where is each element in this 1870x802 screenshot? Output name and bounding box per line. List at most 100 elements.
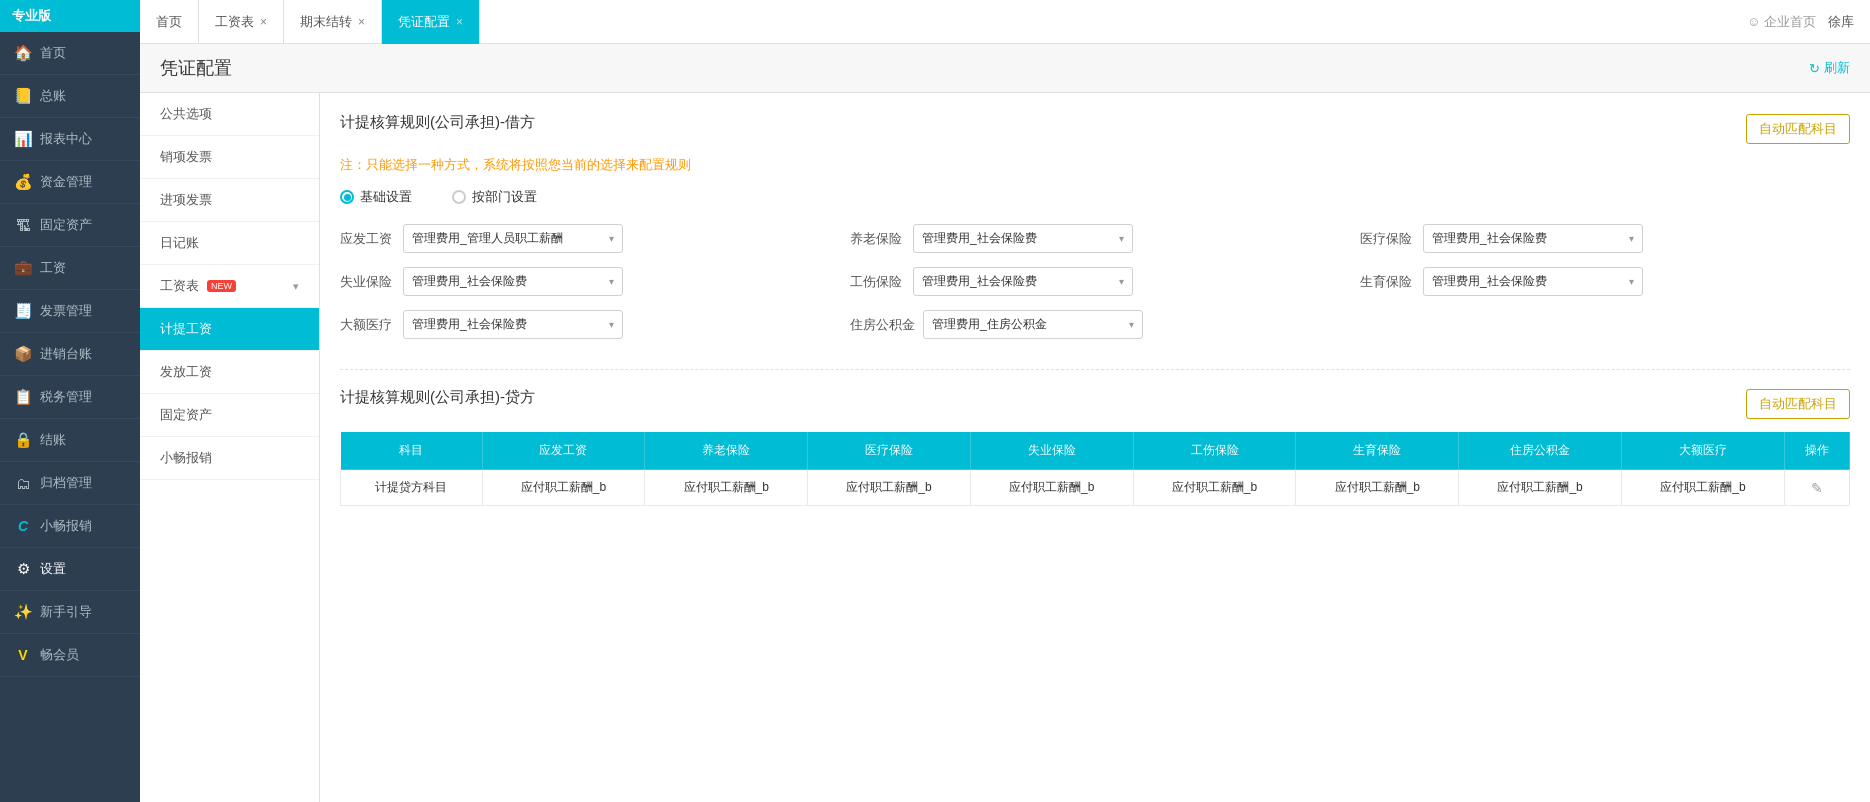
sidebar-item-funds[interactable]: 💰 资金管理: [0, 161, 140, 204]
select-medical[interactable]: 管理费用_社会保险费 ▾: [1423, 224, 1643, 253]
section-debit-note: 注：只能选择一种方式，系统将按照您当前的选择来配置规则: [340, 156, 1850, 174]
edit-icon[interactable]: ✎: [1811, 480, 1823, 496]
app-version: 专业版: [0, 0, 140, 32]
left-nav-sales-invoice[interactable]: 销项发票: [140, 136, 319, 179]
archive-icon: 🗂: [14, 475, 32, 492]
sidebar-item-invoice[interactable]: 🧾 发票管理: [0, 290, 140, 333]
sidebar-item-reports[interactable]: 📊 报表中心: [0, 118, 140, 161]
sidebar-item-label: 工资: [40, 259, 66, 277]
field-injury: 工伤保险 管理费用_社会保险费 ▾: [850, 267, 1340, 296]
section-debit-header: 计提核算规则(公司承担)-借方 自动匹配科目: [340, 113, 1850, 144]
tab-payroll-label: 工资表: [215, 13, 254, 31]
radio-dept[interactable]: 按部门设置: [452, 188, 537, 206]
field-unemployment: 失业保险 管理费用_社会保险费 ▾: [340, 267, 830, 296]
tab-payroll-close[interactable]: ×: [260, 15, 267, 29]
tab-payroll[interactable]: 工资表 ×: [199, 0, 284, 44]
select-maternity[interactable]: 管理费用_社会保险费 ▾: [1423, 267, 1643, 296]
select-housing[interactable]: 管理费用_住房公积金 ▾: [923, 310, 1143, 339]
left-nav-payroll-table[interactable]: 工资表 NEW ▾: [140, 265, 319, 308]
guide-icon: ✨: [14, 603, 32, 621]
th-maternity: 生育保险: [1296, 432, 1459, 470]
radio-basic-label: 基础设置: [360, 188, 412, 206]
tab-period-close-close[interactable]: ×: [358, 15, 365, 29]
field-salary: 应发工资 管理费用_管理人员职工薪酬 ▾: [340, 224, 830, 253]
sidebar-item-member[interactable]: V 畅会员: [0, 634, 140, 677]
tab-period-close-label: 期末结转: [300, 13, 352, 31]
tab-voucher-config-close[interactable]: ×: [456, 15, 463, 29]
auto-match-credit-button[interactable]: 自动匹配科目: [1746, 389, 1850, 419]
assets-icon: 🏗: [14, 217, 32, 234]
label-maternity: 生育保险: [1360, 273, 1415, 291]
left-nav-public-options[interactable]: 公共选项: [140, 93, 319, 136]
table-header-row: 科目 应发工资 养老保险 医疗保险 失业保险 工伤保险 生育保险 住房公积金 大…: [341, 432, 1850, 470]
sidebar-item-general-ledger[interactable]: 📒 总账: [0, 75, 140, 118]
tab-period-close[interactable]: 期末结转 ×: [284, 0, 382, 44]
sidebar-item-settings[interactable]: ⚙ 设置: [0, 548, 140, 591]
sidebar-item-archive[interactable]: 🗂 归档管理: [0, 462, 140, 505]
select-pension-value: 管理费用_社会保险费: [922, 230, 1037, 247]
sidebar-item-close[interactable]: 🔒 结账: [0, 419, 140, 462]
main-area: 首页 工资表 × 期末结转 × 凭证配置 × ☺ 企业首页 徐库 凭证配置 ↻ …: [140, 0, 1870, 802]
sidebar-item-fixed-assets[interactable]: 🏗 固定资产: [0, 204, 140, 247]
sidebar-item-xiaochang[interactable]: C 小畅报销: [0, 505, 140, 548]
radio-basic[interactable]: 基础设置: [340, 188, 412, 206]
label-unemployment: 失业保险: [340, 273, 395, 291]
field-medical: 医疗保险 管理费用_社会保险费 ▾: [1360, 224, 1850, 253]
caret-icon: ▾: [609, 319, 614, 330]
caret-icon: ▾: [1119, 233, 1124, 244]
left-nav-issue-salary[interactable]: 发放工资: [140, 351, 319, 394]
select-salary-value: 管理费用_管理人员职工薪酬: [412, 230, 563, 247]
select-unemployment[interactable]: 管理费用_社会保险费 ▾: [403, 267, 623, 296]
left-nav-fixed-assets[interactable]: 固定资产: [140, 394, 319, 437]
sidebar-item-label: 畅会员: [40, 646, 79, 664]
select-maternity-value: 管理费用_社会保险费: [1432, 273, 1547, 290]
section-debit: 计提核算规则(公司承担)-借方 自动匹配科目 注：只能选择一种方式，系统将按照您…: [340, 113, 1850, 339]
tax-icon: 📋: [14, 388, 32, 406]
section-debit-title: 计提核算规则(公司承担)-借方: [340, 113, 535, 132]
refresh-label: 刷新: [1824, 59, 1850, 77]
td-action[interactable]: ✎: [1784, 470, 1849, 506]
debit-form-row-3: 大额医疗 管理费用_社会保险费 ▾ 住房公积金 管理费用_住房公积金 ▾: [340, 310, 1850, 339]
th-housing: 住房公积金: [1459, 432, 1622, 470]
page-title: 凭证配置: [160, 56, 232, 80]
tab-voucher-config[interactable]: 凭证配置 ×: [382, 0, 480, 44]
sidebar-item-tax[interactable]: 📋 税务管理: [0, 376, 140, 419]
left-nav-journal[interactable]: 日记账: [140, 222, 319, 265]
select-housing-value: 管理费用_住房公积金: [932, 316, 1047, 333]
th-extra-medical: 大额医疗: [1622, 432, 1785, 470]
select-pension[interactable]: 管理费用_社会保险费 ▾: [913, 224, 1133, 253]
left-nav: 公共选项 销项发票 进项发票 日记账 工资表 NEW ▾ 计提工资 发放工资: [140, 93, 320, 802]
sidebar-item-guide[interactable]: ✨ 新手引导: [0, 591, 140, 634]
th-medical: 医疗保险: [808, 432, 971, 470]
field-maternity: 生育保险 管理费用_社会保险费 ▾: [1360, 267, 1850, 296]
td-maternity: 应付职工薪酬_b: [1296, 470, 1459, 506]
label-housing: 住房公积金: [850, 316, 915, 334]
sidebar-item-label: 归档管理: [40, 474, 92, 492]
th-unemployment: 失业保险: [970, 432, 1133, 470]
section-divider: [340, 369, 1850, 370]
select-injury-value: 管理费用_社会保险费: [922, 273, 1037, 290]
sidebar-item-label: 结账: [40, 431, 66, 449]
refresh-button[interactable]: ↻ 刷新: [1809, 59, 1850, 77]
sidebar-item-label: 进销台账: [40, 345, 92, 363]
page-header: 凭证配置 ↻ 刷新: [140, 44, 1870, 93]
sidebar-item-label: 首页: [40, 44, 66, 62]
select-injury[interactable]: 管理费用_社会保险费 ▾: [913, 267, 1133, 296]
sidebar-item-home[interactable]: 🏠 首页: [0, 32, 140, 75]
left-nav-accrual-salary[interactable]: 计提工资: [140, 308, 319, 351]
auto-match-debit-button[interactable]: 自动匹配科目: [1746, 114, 1850, 144]
caret-icon: ▾: [1119, 276, 1124, 287]
sidebar-item-salary[interactable]: 💼 工资: [0, 247, 140, 290]
left-nav-purchase-invoice[interactable]: 进项发票: [140, 179, 319, 222]
left-nav-xiaochang-expense[interactable]: 小畅报销: [140, 437, 319, 480]
sidebar-item-purchase-sales[interactable]: 📦 进销台账: [0, 333, 140, 376]
caret-icon: ▾: [609, 276, 614, 287]
td-unemployment: 应付职工薪酬_b: [970, 470, 1133, 506]
sidebar: 专业版 🏠 首页 📒 总账 📊 报表中心 💰 资金管理 🏗 固定资产 💼 工资 …: [0, 0, 140, 802]
tab-home[interactable]: 首页: [140, 0, 199, 44]
close-icon: 🔒: [14, 431, 32, 449]
select-salary[interactable]: 管理费用_管理人员职工薪酬 ▾: [403, 224, 623, 253]
radio-group: 基础设置 按部门设置: [340, 188, 1850, 206]
select-extra-medical[interactable]: 管理费用_社会保险费 ▾: [403, 310, 623, 339]
th-salary: 应发工资: [482, 432, 645, 470]
